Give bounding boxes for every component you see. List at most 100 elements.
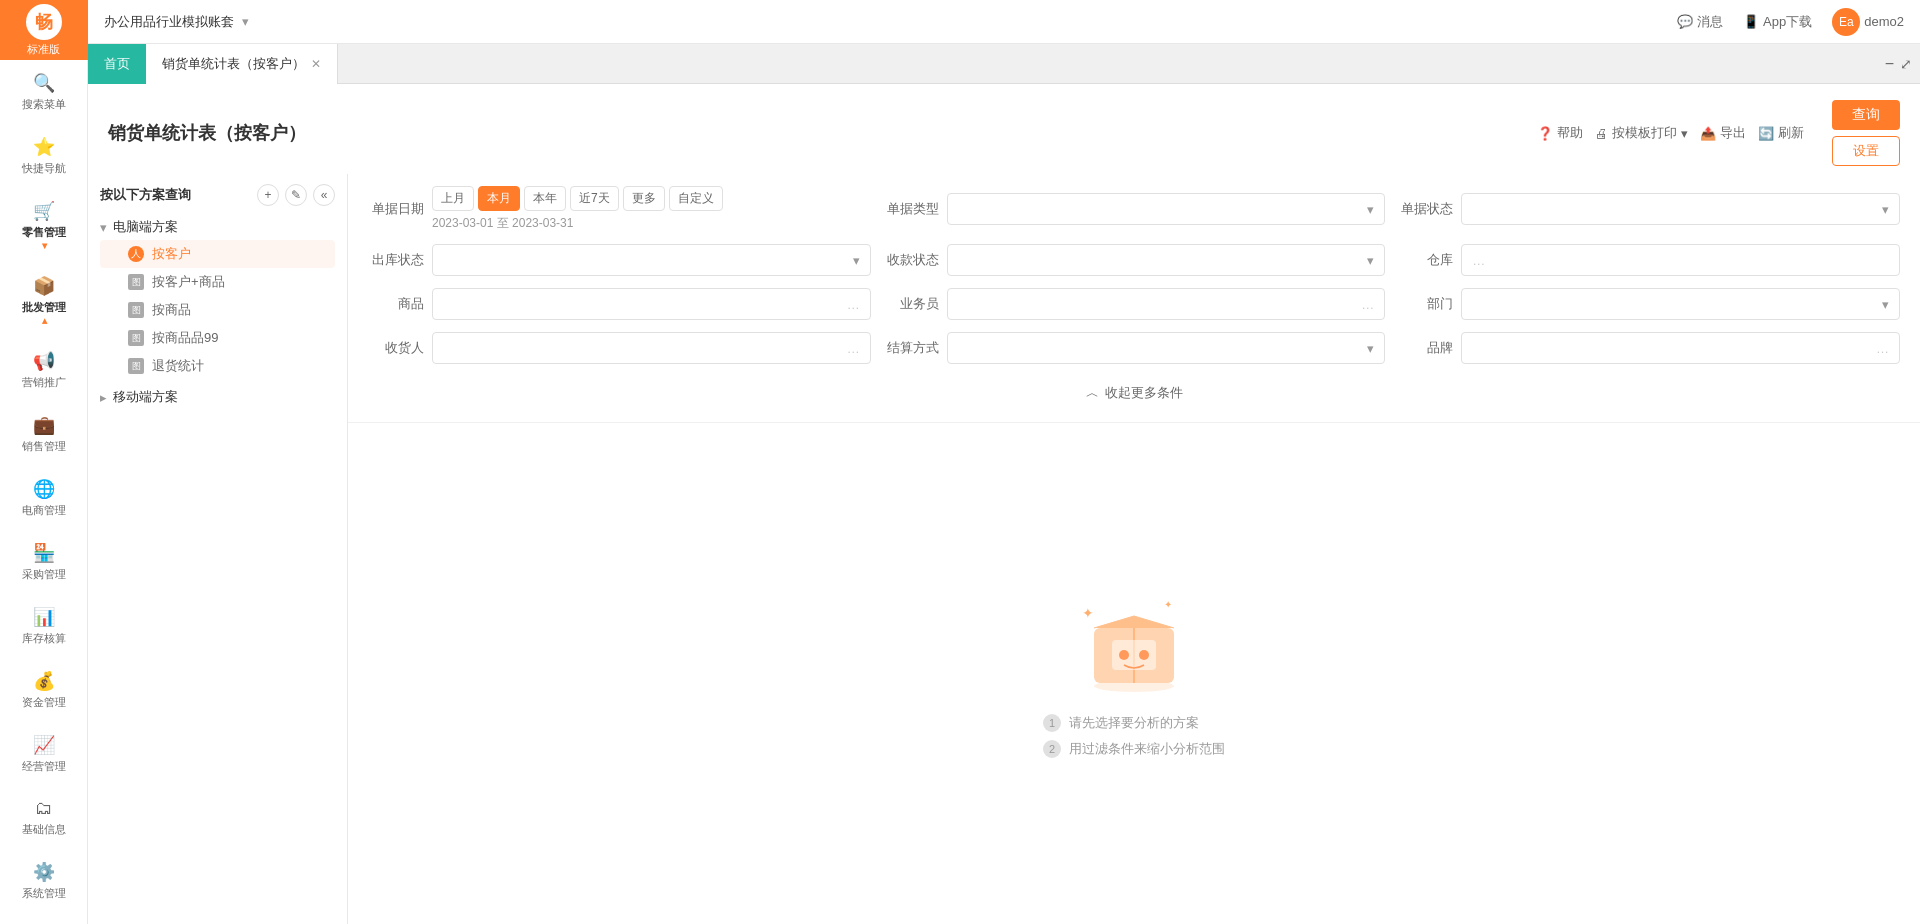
receiver-control[interactable]: … [432,332,871,364]
scheme-add-btn[interactable]: + [257,184,279,206]
print-icon: 🖨 [1595,126,1608,141]
topbar-download[interactable]: 📱 App下载 [1743,13,1812,31]
sidebar-item-inventory[interactable]: 📊 库存核算 [0,594,87,658]
receiver-dots: … [847,341,860,356]
scheme-item-return-stats[interactable]: 图 退货统计 [100,352,335,380]
doc-type-control[interactable]: ▾ [947,193,1386,225]
payment-method-label: 结算方式 [883,339,939,357]
sidebar-item-base[interactable]: 🗂 基础信息 [0,786,87,849]
sales-icon: 💼 [33,414,55,436]
help-icon: ❓ [1537,126,1553,141]
payment-method-control[interactable]: ▾ [947,332,1386,364]
sidebar-item-enterprise[interactable]: 🤝 企业协同 [0,913,87,924]
sidebar-item-operations[interactable]: 📈 经营管理 [0,722,87,786]
scheme-item-by-customer-goods[interactable]: 图 按客户+商品 [100,268,335,296]
sidebar-item-sales[interactable]: 💼 销售管理 [0,402,87,466]
scheme-group-mobile-header[interactable]: ▸ 移动端方案 [100,384,335,410]
query-button[interactable]: 查询 [1832,100,1900,130]
svg-text:✦: ✦ [1082,605,1094,621]
filter-payment-status: 收款状态 ▾ [883,244,1386,276]
scheme-item-by-customer[interactable]: 人 按客户 [100,240,335,268]
empty-texts: 1 请先选择要分析的方案 2 用过滤条件来缩小分析范围 [1043,714,1225,758]
doc-type-label: 单据类型 [883,200,939,218]
topbar-message[interactable]: 💬 消息 [1677,13,1723,31]
sidebar-label-marketing: 营销推广 [22,375,66,390]
date-btn-last-month[interactable]: 上月 [432,186,474,211]
warehouse-dots: … [1472,253,1485,268]
logo-subtitle: 标准版 [27,42,60,57]
help-btn[interactable]: ❓ 帮助 [1537,124,1583,142]
date-btn-7days[interactable]: 近7天 [570,186,619,211]
empty-hint-2: 2 用过滤条件来缩小分析范围 [1043,740,1225,758]
sidebar-item-search[interactable]: 🔍 搜索菜单 [0,60,87,124]
tab-max-icon[interactable]: ⤢ [1900,56,1912,72]
settings-button[interactable]: 设置 [1832,136,1900,166]
filter-row-3: 商品 … 业务员 … 部门 [368,288,1900,320]
brand-control[interactable]: … [1461,332,1900,364]
date-btn-this-year[interactable]: 本年 [524,186,566,211]
doc-status-label: 单据状态 [1397,200,1453,218]
mobile-group-label: 移动端方案 [113,388,178,406]
scheme-edit-btn[interactable]: ✎ [285,184,307,206]
warehouse-control[interactable]: … [1461,244,1900,276]
sidebar-label-system: 系统管理 [22,886,66,901]
dept-label: 部门 [1397,295,1453,313]
dept-control[interactable]: ▾ [1461,288,1900,320]
scheme-collapse-btn[interactable]: « [313,184,335,206]
print-btn[interactable]: 🖨 按模板打印 ▾ [1595,124,1688,142]
goods-control[interactable]: … [432,288,871,320]
payment-status-arrow: ▾ [1367,253,1374,268]
sidebar-label-search: 搜索菜单 [22,97,66,112]
receiver-label: 收货人 [368,339,424,357]
filter-payment-method: 结算方式 ▾ [883,332,1386,364]
sidebar-item-system[interactable]: ⚙️ 系统管理 [0,849,87,913]
scheme-item-by-goods[interactable]: 图 按商品 [100,296,335,324]
export-btn[interactable]: 📤 导出 [1700,124,1746,142]
delivery-control[interactable]: ▾ [432,244,871,276]
sidebar-label-quicknav: 快捷导航 [22,161,66,176]
scheme-tree: ▾ 电脑端方案 人 按客户 图 按客户+商品 [100,214,335,410]
sidebar-item-quicknav[interactable]: ⭐ 快捷导航 [0,124,87,188]
date-btn-more[interactable]: 更多 [623,186,665,211]
export-icon: 📤 [1700,126,1716,141]
sidebar-label-purchase: 采购管理 [22,567,66,582]
collapse-label: 收起更多条件 [1105,384,1183,402]
print-arrow: ▾ [1681,126,1688,141]
return-stats-label: 退货统计 [152,357,204,375]
staff-dots: … [1361,297,1374,312]
tab-home[interactable]: 首页 [88,44,146,84]
sidebar-item-marketing[interactable]: 📢 营销推广 [0,338,87,402]
sidebar-item-ecom[interactable]: 🌐 电商管理 [0,466,87,530]
date-btn-custom[interactable]: 自定义 [669,186,723,211]
svg-rect-5 [1112,640,1156,670]
filter-delivery: 出库状态 ▾ [368,244,871,276]
by-customer-goods-icon: 图 [128,274,144,290]
app-logo: 畅 标准版 [0,0,88,60]
tab-sales-stats[interactable]: 销货单统计表（按客户） ✕ [146,44,338,84]
wholesale-icon: 📦 [33,275,55,297]
sidebar-item-wholesale[interactable]: 📦 批发管理 ▴ [0,263,87,338]
logo-icon: 畅 [26,4,62,40]
topbar-app-name: 办公用品行业模拟账套 [104,13,234,31]
scheme-group-desktop-header[interactable]: ▾ 电脑端方案 [100,214,335,240]
tab-sales-stats-label: 销货单统计表（按客户） [162,55,305,73]
staff-control[interactable]: … [947,288,1386,320]
payment-status-control[interactable]: ▾ [947,244,1386,276]
tab-close-icon[interactable]: ✕ [311,57,321,71]
sidebar-item-purchase[interactable]: 🏪 采购管理 [0,530,87,594]
refresh-btn[interactable]: 🔄 刷新 [1758,124,1804,142]
doc-status-control[interactable]: ▾ [1461,193,1900,225]
brand-dots: … [1876,341,1889,356]
sidebar-label-operations: 经营管理 [22,759,66,774]
collapse-filters-btn[interactable]: ︿ 收起更多条件 [1086,376,1183,410]
tab-min-icon[interactable]: − [1885,55,1894,73]
delivery-label: 出库状态 [368,251,424,269]
topbar-user[interactable]: Ea demo2 [1832,8,1904,36]
scheme-item-by-goods99[interactable]: 图 按商品品99 [100,324,335,352]
filter-dept: 部门 ▾ [1397,288,1900,320]
hint1-text: 请先选择要分析的方案 [1069,714,1199,732]
sidebar-item-retail[interactable]: 🛒 零售管理 ▾ [0,188,87,263]
topbar-left: 办公用品行业模拟账套 ▾ [104,13,249,31]
date-btn-this-month[interactable]: 本月 [478,186,520,211]
sidebar-item-finance[interactable]: 💰 资金管理 [0,658,87,722]
